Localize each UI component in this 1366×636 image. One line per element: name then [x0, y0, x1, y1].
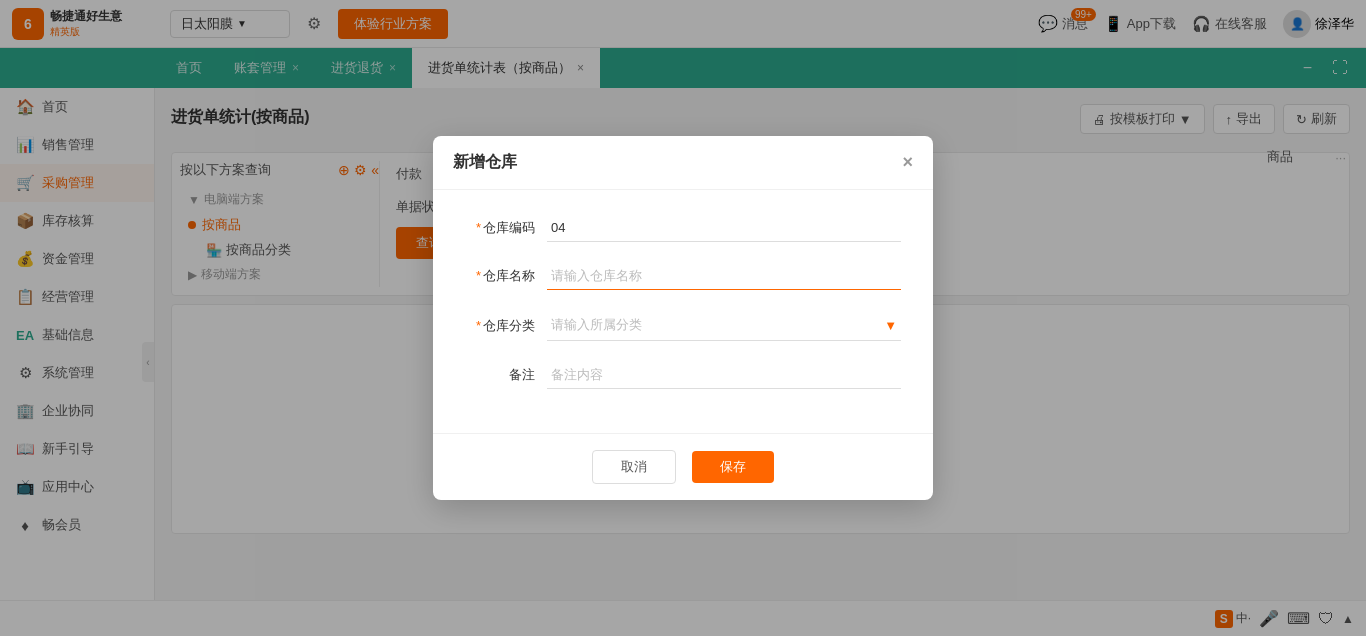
category-placeholder: 请输入所属分类 — [551, 316, 642, 334]
new-warehouse-modal: 新增仓库 × 仓库编码 仓库名称 仓库分类 请输入所属分类 ▼ — [433, 136, 933, 500]
category-select[interactable]: 请输入所属分类 ▼ — [547, 310, 901, 341]
code-label: 仓库编码 — [465, 219, 535, 237]
form-row-code: 仓库编码 — [465, 214, 901, 242]
cancel-button[interactable]: 取消 — [592, 450, 676, 484]
save-button[interactable]: 保存 — [692, 451, 774, 483]
modal-body: 仓库编码 仓库名称 仓库分类 请输入所属分类 ▼ 备注 — [433, 190, 933, 433]
modal-close-button[interactable]: × — [902, 152, 913, 173]
note-label: 备注 — [465, 366, 535, 384]
modal-overlay: 新增仓库 × 仓库编码 仓库名称 仓库分类 请输入所属分类 ▼ — [0, 0, 1366, 636]
code-input[interactable] — [547, 214, 901, 242]
modal-title: 新增仓库 — [453, 152, 517, 173]
form-row-category: 仓库分类 请输入所属分类 ▼ — [465, 310, 901, 341]
note-input[interactable] — [547, 361, 901, 389]
form-row-name: 仓库名称 — [465, 262, 901, 290]
category-label: 仓库分类 — [465, 317, 535, 335]
form-row-note: 备注 — [465, 361, 901, 389]
modal-footer: 取消 保存 — [433, 433, 933, 500]
category-arrow-icon: ▼ — [884, 318, 897, 333]
name-label: 仓库名称 — [465, 267, 535, 285]
name-input[interactable] — [547, 262, 901, 290]
modal-header: 新增仓库 × — [433, 136, 933, 190]
